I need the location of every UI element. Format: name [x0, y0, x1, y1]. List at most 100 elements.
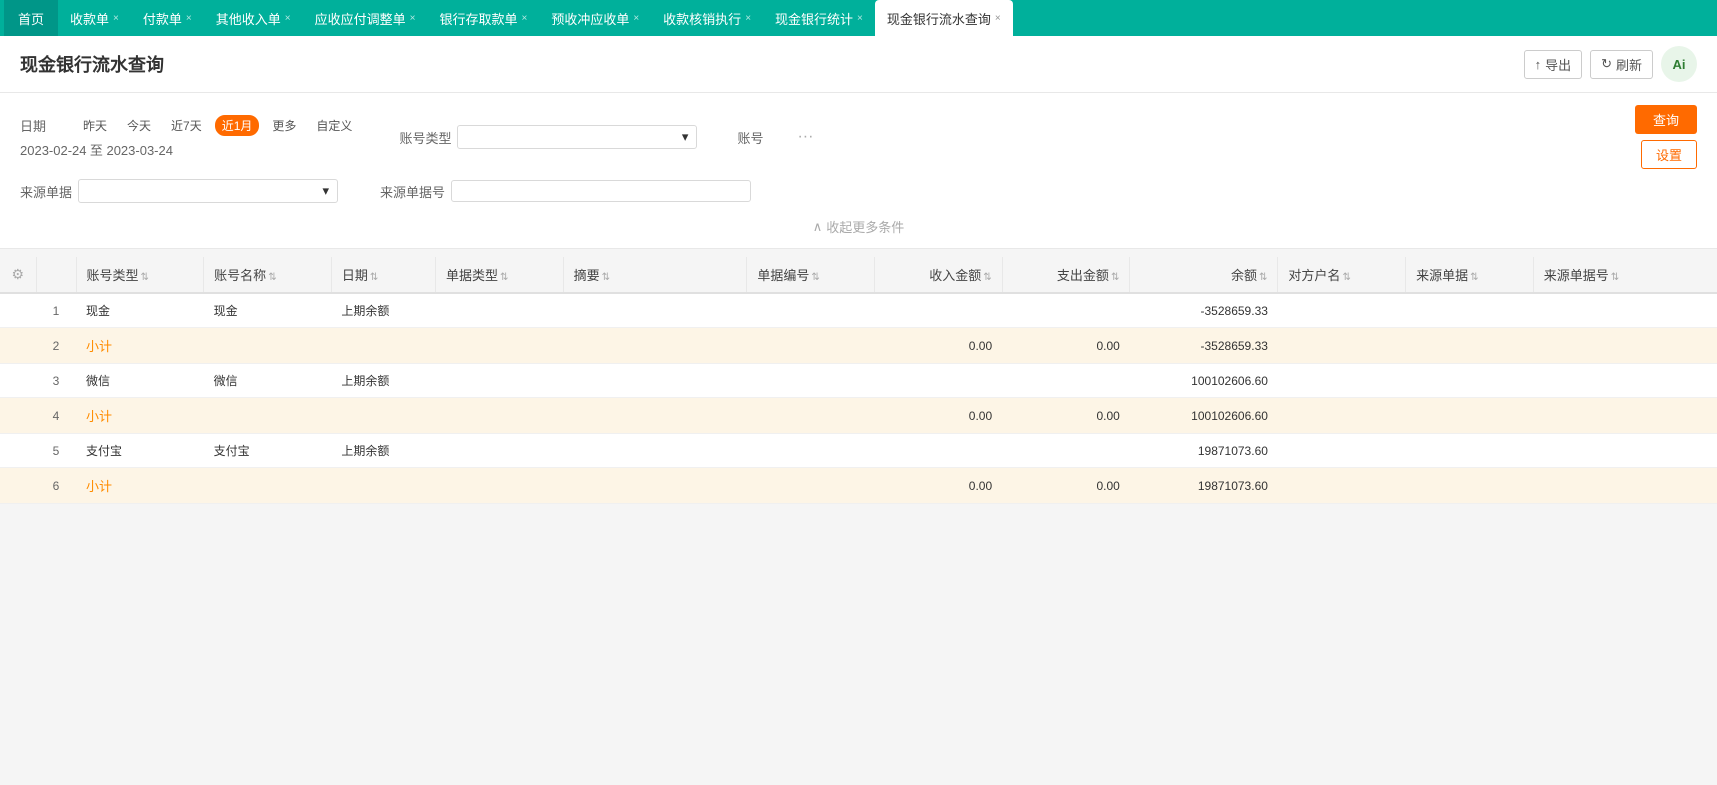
data-table: ⚙ 账号类型⇅ 账号名称⇅ 日期⇅ 单据类型⇅ 摘要⇅ [0, 257, 1717, 504]
close-icon[interactable]: × [521, 13, 527, 24]
row-expense: 0.00 [1002, 398, 1130, 434]
nav-tab-payment[interactable]: 付款单 × [131, 0, 204, 36]
close-icon[interactable]: × [633, 13, 639, 24]
row-account-name [204, 398, 332, 434]
row-date: 上期余额 [331, 434, 435, 468]
sort-icon[interactable]: ⇅ [811, 272, 819, 283]
table-row[interactable]: 6 小计 0.00 0.00 19871073.60 [0, 468, 1717, 504]
row-doc-type [435, 468, 563, 504]
sort-icon[interactable]: ⇅ [141, 272, 149, 283]
sort-icon[interactable]: ⇅ [602, 272, 610, 283]
today-btn[interactable]: 今天 [120, 115, 158, 136]
last1month-btn[interactable]: 近1月 [215, 115, 260, 136]
account-dots-btn[interactable]: ··· [793, 128, 817, 146]
row-balance: 100102606.60 [1130, 364, 1278, 398]
close-icon[interactable]: × [857, 13, 863, 24]
gear-icon[interactable]: ⚙ [11, 266, 24, 282]
nav-tab-receipt[interactable]: 收款单 × [58, 0, 131, 36]
source-doc-no-input[interactable] [451, 180, 751, 202]
sort-icon[interactable]: ⇅ [1611, 272, 1619, 283]
close-icon[interactable]: × [113, 13, 119, 24]
sort-icon[interactable]: ⇅ [370, 272, 378, 283]
close-icon[interactable]: × [285, 13, 291, 24]
more-btn[interactable]: 更多 [265, 115, 303, 136]
row-doc-no [747, 398, 875, 434]
row-doc-type [435, 364, 563, 398]
query-button[interactable]: 查询 [1635, 105, 1697, 134]
row-summary [563, 293, 747, 328]
date-col-header: 日期⇅ [331, 257, 435, 293]
close-icon[interactable]: × [410, 13, 416, 24]
row-source-doc [1406, 434, 1534, 468]
yesterday-btn[interactable]: 昨天 [76, 115, 114, 136]
nav-tab-pre-receipt[interactable]: 预收冲应收单 × [539, 0, 651, 36]
row-number: 6 [36, 468, 76, 504]
row-source-doc-no [1533, 398, 1717, 434]
row-date [331, 398, 435, 434]
row-account-name: 微信 [204, 364, 332, 398]
sort-icon[interactable]: ⇅ [1259, 272, 1267, 283]
collapse-bar[interactable]: ∧ 收起更多条件 [20, 213, 1697, 240]
row-doc-no [747, 364, 875, 398]
row-source-doc [1406, 468, 1534, 504]
filter-area: 日期 昨天 今天 近7天 近1月 更多 自定义 2023-02-24 至 202… [0, 93, 1717, 249]
account-name-col-header: 账号名称⇅ [204, 257, 332, 293]
row-source-doc-no [1533, 468, 1717, 504]
header-actions: ↑ 导出 ↻ 刷新 Ai [1524, 46, 1697, 82]
table-header-row: ⚙ 账号类型⇅ 账号名称⇅ 日期⇅ 单据类型⇅ 摘要⇅ [0, 257, 1717, 293]
row-summary [563, 328, 747, 364]
row-number: 4 [36, 398, 76, 434]
nav-tab-collection-exec[interactable]: 收款核销执行 × [651, 0, 763, 36]
source-doc-no-label: 来源单据号 [380, 182, 445, 201]
row-expense [1002, 434, 1130, 468]
row-source-doc [1406, 293, 1534, 328]
export-button[interactable]: ↑ 导出 [1524, 50, 1583, 79]
sort-icon[interactable]: ⇅ [1111, 272, 1119, 283]
nav-tab-cash-bank-flow[interactable]: 现金银行流水查询 × [875, 0, 1013, 36]
source-doc-select[interactable]: ▾ [78, 179, 338, 203]
row-gear [0, 468, 36, 504]
row-date: 上期余额 [331, 293, 435, 328]
filter-row-date: 日期 昨天 今天 近7天 近1月 更多 自定义 2023-02-24 至 202… [20, 105, 1697, 169]
table-row[interactable]: 1 现金 现金 上期余额 -3528659.33 [0, 293, 1717, 328]
close-icon[interactable]: × [186, 13, 192, 24]
row-number: 3 [36, 364, 76, 398]
balance-col-header: 余额⇅ [1130, 257, 1278, 293]
row-number: 2 [36, 328, 76, 364]
row-source-doc-no [1533, 328, 1717, 364]
last7-btn[interactable]: 近7天 [164, 115, 209, 136]
account-type-select[interactable]: ▾ [457, 125, 697, 149]
sort-icon[interactable]: ⇅ [1342, 272, 1350, 283]
chevron-up-icon: ∧ [813, 219, 823, 235]
row-counterparty [1278, 434, 1406, 468]
row-summary [563, 468, 747, 504]
row-doc-type [435, 398, 563, 434]
table-row[interactable]: 4 小计 0.00 0.00 100102606.60 [0, 398, 1717, 434]
row-number: 1 [36, 293, 76, 328]
row-doc-no [747, 328, 875, 364]
row-expense [1002, 364, 1130, 398]
sort-icon[interactable]: ⇅ [1470, 272, 1478, 283]
nav-tab-ar-ap-adjust[interactable]: 应收应付调整单 × [303, 0, 428, 36]
table-row[interactable]: 3 微信 微信 上期余额 100102606.60 [0, 364, 1717, 398]
settings-button[interactable]: 设置 [1641, 140, 1697, 169]
sort-icon[interactable]: ⇅ [983, 272, 991, 283]
date-range-display: 2023-02-24 至 2023-03-24 [20, 140, 359, 159]
avatar: Ai [1661, 46, 1697, 82]
table-row[interactable]: 2 小计 0.00 0.00 -3528659.33 [0, 328, 1717, 364]
table-row[interactable]: 5 支付宝 支付宝 上期余额 19871073.60 [0, 434, 1717, 468]
row-doc-type [435, 434, 563, 468]
close-icon[interactable]: × [745, 13, 751, 24]
refresh-button[interactable]: ↻ 刷新 [1590, 50, 1653, 79]
custom-btn[interactable]: 自定义 [309, 115, 359, 136]
nav-tab-home[interactable]: 首页 [4, 0, 58, 36]
sort-icon[interactable]: ⇅ [500, 272, 508, 283]
account-label: 账号 [737, 128, 787, 147]
row-source-doc [1406, 398, 1534, 434]
nav-tab-cash-bank-stat[interactable]: 现金银行统计 × [763, 0, 875, 36]
close-icon[interactable]: × [995, 13, 1001, 24]
nav-tab-bank-deposit[interactable]: 银行存取款单 × [427, 0, 539, 36]
nav-tab-other-income[interactable]: 其他收入单 × [204, 0, 303, 36]
top-nav: 首页 收款单 × 付款单 × 其他收入单 × 应收应付调整单 × 银行存取款单 … [0, 0, 1717, 36]
sort-icon[interactable]: ⇅ [268, 272, 276, 283]
